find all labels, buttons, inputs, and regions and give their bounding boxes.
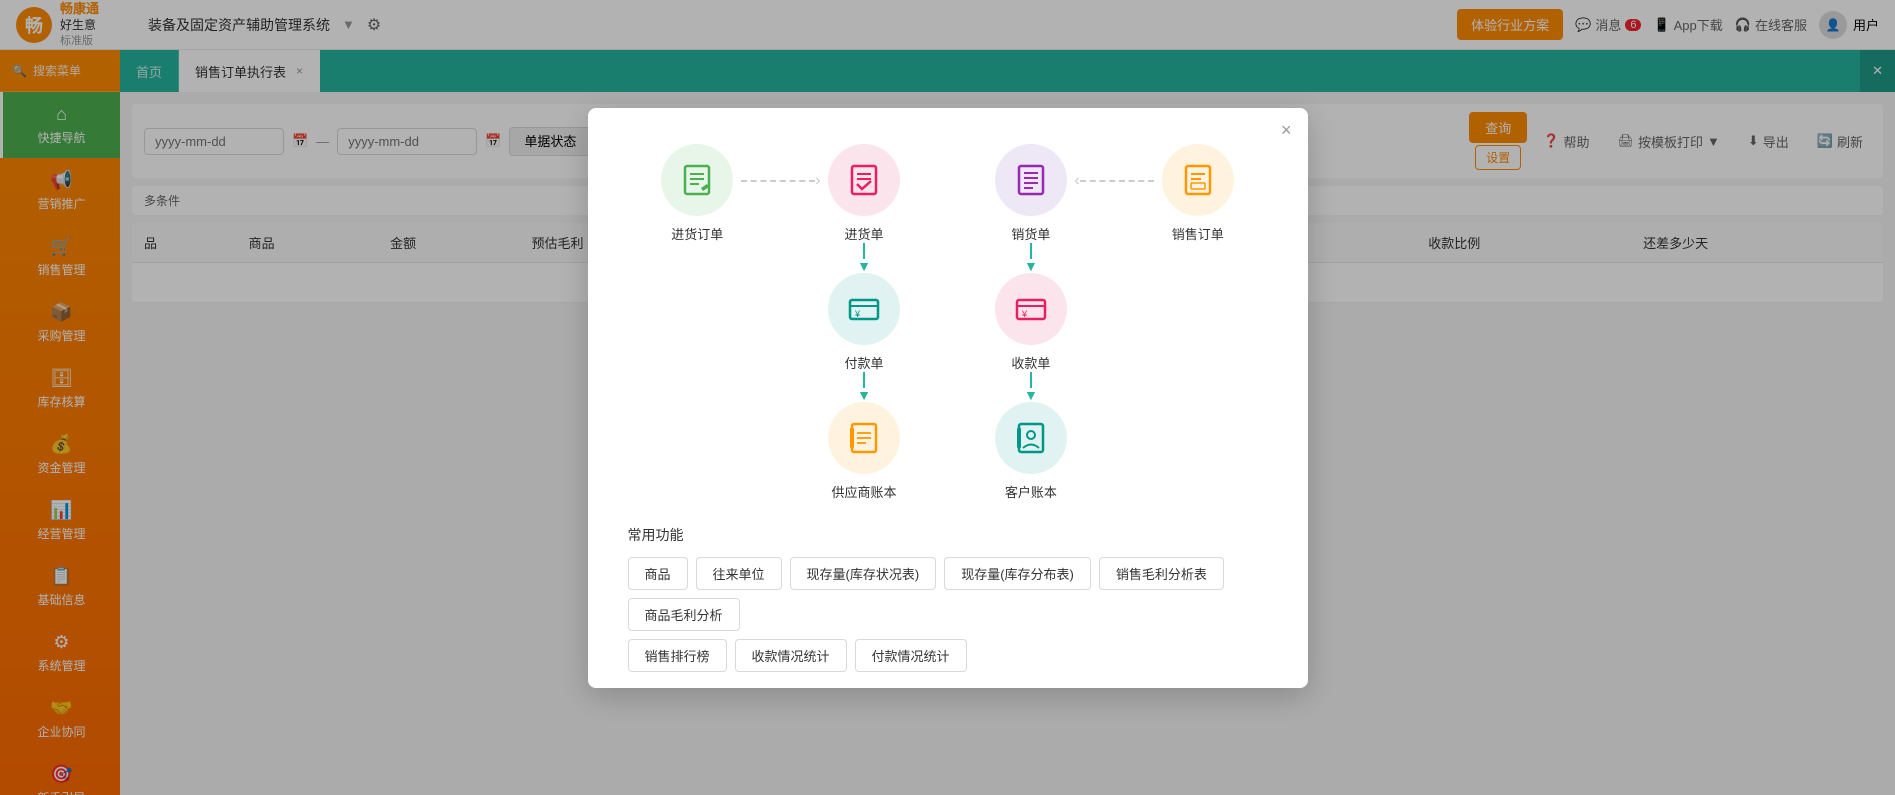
flow-bottom-row: 供应商账本 客户账本	[628, 402, 1268, 509]
flow-mid-row: ¥ 付款单 ¥ 收款单	[628, 273, 1268, 372]
func-btn-goods[interactable]: 商品	[628, 557, 688, 590]
modal-overlay[interactable]: × 进货订单 ›	[0, 0, 1895, 795]
func-btn-receipt-stats[interactable]: 收款情况统计	[735, 639, 847, 672]
common-functions-section: 常用功能 商品 往来单位 现存量(库存状况表) 现存量(库存分布表) 销售毛利分…	[588, 525, 1308, 688]
func-btn-sales-gross[interactable]: 销售毛利分析表	[1099, 557, 1224, 590]
flow-modal: × 进货订单 ›	[588, 108, 1308, 688]
payment-node[interactable]: ¥ 付款单	[828, 273, 900, 372]
arrow-1: ›	[741, 172, 821, 190]
supplier-ledger-node[interactable]: 供应商账本	[828, 402, 900, 501]
v-arrow-payment: ▼	[828, 243, 900, 273]
arrow-2: ‹	[1074, 172, 1154, 190]
payment-circle: ¥	[828, 273, 900, 345]
purchase-receipt-node[interactable]: 进货单	[828, 144, 900, 243]
func-buttons-row2: 销售排行榜 收款情况统计 付款情况统计	[628, 639, 1268, 672]
func-btn-contacts[interactable]: 往来单位	[696, 557, 782, 590]
func-btn-sales-ranking[interactable]: 销售排行榜	[628, 639, 727, 672]
receipt-circle: ¥	[995, 273, 1067, 345]
func-btn-goods-gross[interactable]: 商品毛利分析	[628, 598, 740, 631]
common-funcs-title: 常用功能	[628, 525, 1268, 545]
sales-order-node[interactable]: 销售订单	[1162, 144, 1234, 243]
func-btn-payment-stats[interactable]: 付款情况统计	[855, 639, 967, 672]
sales-invoice-node[interactable]: 销货单	[995, 144, 1067, 243]
v-arrow-customer: ▼	[995, 372, 1067, 402]
customer-ledger-node[interactable]: 客户账本	[995, 402, 1067, 501]
customer-ledger-circle	[995, 402, 1067, 474]
receipt-node[interactable]: ¥ 收款单	[995, 273, 1067, 372]
modal-close-btn[interactable]: ×	[1281, 120, 1292, 141]
sales-order-circle	[1162, 144, 1234, 216]
func-btn-stock-dist[interactable]: 现存量(库存分布表)	[944, 557, 1091, 590]
purchase-receipt-circle	[828, 144, 900, 216]
func-buttons-row1: 商品 往来单位 现存量(库存状况表) 现存量(库存分布表) 销售毛利分析表 商品…	[628, 557, 1268, 631]
svg-text:¥: ¥	[1021, 309, 1028, 319]
flow-section: 进货订单 › 进货单	[588, 108, 1308, 525]
v-arrow-receipt: ▼	[995, 243, 1067, 273]
svg-text:¥: ¥	[854, 309, 861, 319]
supplier-ledger-circle	[828, 402, 900, 474]
flow-bottom-arrows: ▼ ▼	[628, 372, 1268, 402]
sales-invoice-circle	[995, 144, 1067, 216]
func-btn-stock-status[interactable]: 现存量(库存状况表)	[790, 557, 937, 590]
purchase-order-node[interactable]: 进货订单	[661, 144, 733, 243]
flow-top-row: 进货订单 › 进货单	[628, 124, 1268, 243]
purchase-order-circle	[661, 144, 733, 216]
flow-mid-arrows: ▼ ▼	[628, 243, 1268, 273]
v-arrow-supplier: ▼	[828, 372, 900, 402]
